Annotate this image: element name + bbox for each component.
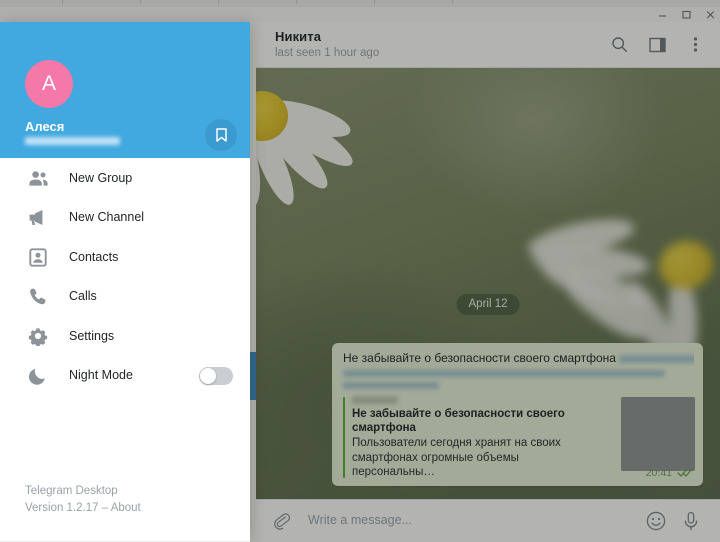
menu-item-label: Settings [69,328,115,343]
menu-item-label: Calls [69,289,97,304]
menu-items-list: New Group New Channel Contacts Calls Set… [0,158,250,395]
menu-item-label: Night Mode [69,368,133,383]
avatar[interactable]: A [25,60,73,108]
app-version-label: Version 1.2.17 – About [25,500,141,517]
about-link[interactable]: About [111,502,141,514]
moon-icon [27,365,49,387]
account-phone-redacted [25,137,120,145]
toggle-knob [200,367,216,384]
bookmark-icon[interactable] [205,119,237,151]
group-icon [27,167,49,189]
menu-account-header: A Алеся [0,22,250,158]
gear-icon [27,325,49,347]
menu-item-contacts[interactable]: Contacts [0,237,250,277]
menu-item-new-group[interactable]: New Group [0,158,250,198]
menu-item-label: New Group [69,170,133,185]
phone-icon [27,286,49,308]
menu-item-calls[interactable]: Calls [0,277,250,317]
main-menu-drawer: A Алеся New Group New Channel Contacts C… [0,22,250,542]
version-text: Version 1.2.17 – [25,502,111,514]
menu-footer: Telegram Desktop Version 1.2.17 – About [25,483,141,517]
menu-item-night-mode[interactable]: Night Mode [0,356,250,396]
menu-item-new-channel[interactable]: New Channel [0,198,250,238]
avatar-initial: A [41,72,56,95]
account-name: Алеся [25,119,65,134]
night-mode-toggle[interactable] [199,366,233,385]
contact-card-icon [27,246,49,268]
menu-item-label: Contacts [69,249,119,264]
menu-item-settings[interactable]: Settings [0,316,250,356]
app-name-label: Telegram Desktop [25,485,118,497]
menu-item-label: New Channel [69,210,145,225]
telegram-desktop-window: Никита last seen 1 hour ago April 12 Не … [0,0,720,542]
megaphone-icon [27,207,49,229]
